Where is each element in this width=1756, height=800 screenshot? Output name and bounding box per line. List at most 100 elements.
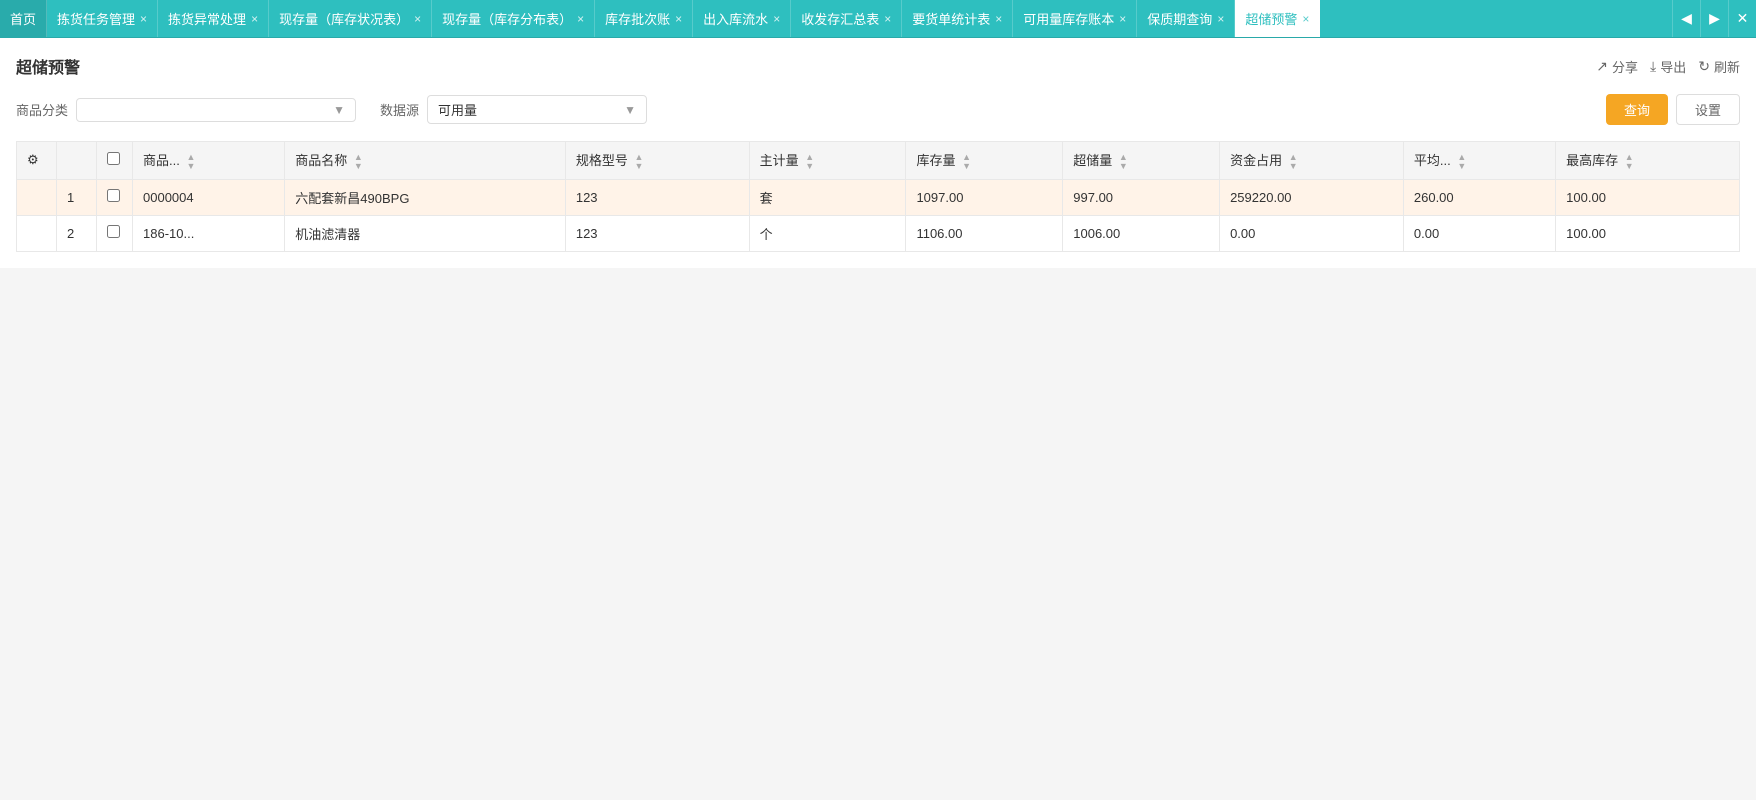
nav-item-label: 超储预警 xyxy=(1245,9,1297,28)
page-title: 超储预警 xyxy=(16,54,80,78)
share-icon: ↗ xyxy=(1596,58,1608,75)
export-icon: ⤓ xyxy=(1650,58,1656,75)
td-max-stock: 100.00 xyxy=(1556,179,1740,215)
nav-item-close[interactable]: × xyxy=(884,12,891,26)
nav-item-batch-account[interactable]: 库存批次账× xyxy=(595,0,693,37)
td-settings xyxy=(17,215,57,251)
td-stock: 1106.00 xyxy=(906,215,1063,251)
th-capital[interactable]: 资金占用 ▲▼ xyxy=(1220,142,1404,180)
td-spec: 123 xyxy=(565,179,749,215)
nav-item-available-account[interactable]: 可用量库存账本× xyxy=(1013,0,1137,37)
nav-item-close[interactable]: × xyxy=(577,12,584,26)
nav-item-overstock-warning[interactable]: 超储预警 × xyxy=(1235,0,1320,37)
datasource-select-text: 可用量 xyxy=(438,100,477,119)
settings-button[interactable]: 设置 xyxy=(1676,94,1740,125)
nav-item-close[interactable]: × xyxy=(1119,12,1126,26)
category-select[interactable]: ▼ xyxy=(76,98,356,122)
select-all-checkbox[interactable] xyxy=(107,152,120,165)
nav-item-label: 现存量（库存状况表） xyxy=(279,9,409,28)
td-settings xyxy=(17,179,57,215)
nav-item-label: 收发存汇总表 xyxy=(801,9,879,28)
nav-item-collect-summary[interactable]: 收发存汇总表 × xyxy=(791,0,902,37)
th-product-name[interactable]: 商品名称 ▲▼ xyxy=(285,142,566,180)
category-filter: 商品分类 ▼ xyxy=(16,98,356,122)
nav-item-close[interactable]: × xyxy=(251,12,258,26)
export-label: 导出 xyxy=(1660,57,1686,76)
sort-icon-unit: ▲▼ xyxy=(805,153,814,171)
sort-icon-max-stock: ▲▼ xyxy=(1625,153,1634,171)
nav-item-home[interactable]: 首页 xyxy=(0,0,47,37)
nav-item-quality-check[interactable]: 保质期查询× xyxy=(1137,0,1235,37)
data-table: ⚙ 商品... ▲▼ 商品名称 ▲▼ 规格型号 ▲▼ 主计量 ▲▼ xyxy=(16,141,1740,252)
nav-item-label: 现存量（库存分布表） xyxy=(442,9,572,28)
page-header: 超储预警 ↗ 分享 ⤓ 导出 ↻ 刷新 xyxy=(16,54,1740,78)
nav-item-label: 拣货异常处理 xyxy=(168,9,246,28)
td-capital: 259220.00 xyxy=(1220,179,1404,215)
th-avg[interactable]: 平均... ▲▼ xyxy=(1403,142,1555,180)
th-product-code[interactable]: 商品... ▲▼ xyxy=(133,142,285,180)
settings-gear-icon[interactable]: ⚙ xyxy=(27,152,39,168)
row-checkbox[interactable] xyxy=(107,189,120,202)
share-label: 分享 xyxy=(1612,57,1638,76)
sort-icon-stock: ▲▼ xyxy=(962,153,971,171)
nav-item-abnormal[interactable]: 拣货异常处理 × xyxy=(158,0,269,37)
nav-close-all[interactable]: ✕ xyxy=(1728,0,1756,38)
th-stock[interactable]: 库存量 ▲▼ xyxy=(906,142,1063,180)
datasource-select[interactable]: 可用量 ▼ xyxy=(427,95,647,124)
datasource-dropdown-icon: ▼ xyxy=(624,103,636,117)
td-avg: 0.00 xyxy=(1403,215,1555,251)
query-button[interactable]: 查询 xyxy=(1606,94,1668,125)
row-checkbox[interactable] xyxy=(107,225,120,238)
nav-item-inventory-status[interactable]: 现存量（库存状况表） × xyxy=(269,0,432,37)
nav-item-task-mgmt[interactable]: 拣货任务管理 × xyxy=(47,0,158,37)
nav-item-inventory-dist[interactable]: 现存量（库存分布表） × xyxy=(432,0,595,37)
nav-item-order-stats[interactable]: 要货单统计表× xyxy=(902,0,1013,37)
nav-item-close[interactable]: × xyxy=(675,12,682,26)
refresh-label: 刷新 xyxy=(1714,57,1740,76)
category-dropdown-icon: ▼ xyxy=(333,103,345,117)
nav-arrows: ◀ ▶ ✕ xyxy=(1672,0,1756,38)
filter-buttons: 查询 设置 xyxy=(1606,94,1740,125)
td-unit: 个 xyxy=(749,215,906,251)
export-action[interactable]: ⤓ 导出 xyxy=(1650,57,1686,76)
td-product-name: 机油滤清器 xyxy=(285,215,566,251)
td-checkbox[interactable] xyxy=(97,179,133,215)
td-unit: 套 xyxy=(749,179,906,215)
td-product-name: 六配套新昌490BPG xyxy=(285,179,566,215)
header-actions: ↗ 分享 ⤓ 导出 ↻ 刷新 xyxy=(1596,57,1740,76)
nav-item-close[interactable]: × xyxy=(995,12,1002,26)
td-overstock: 997.00 xyxy=(1063,179,1220,215)
td-stock: 1097.00 xyxy=(906,179,1063,215)
nav-left-arrow[interactable]: ◀ xyxy=(1672,0,1700,38)
th-spec[interactable]: 规格型号 ▲▼ xyxy=(565,142,749,180)
page-content: 超储预警 ↗ 分享 ⤓ 导出 ↻ 刷新 商品分类 ▼ 数据源 xyxy=(0,38,1756,268)
nav-item-close[interactable]: × xyxy=(1302,12,1309,26)
th-max-stock[interactable]: 最高库存 ▲▼ xyxy=(1556,142,1740,180)
td-max-stock: 100.00 xyxy=(1556,215,1740,251)
sort-icon-spec: ▲▼ xyxy=(634,153,643,171)
nav-item-close[interactable]: × xyxy=(773,12,780,26)
nav-item-in-out-flow[interactable]: 出入库流水× xyxy=(693,0,791,37)
datasource-filter: 数据源 可用量 ▼ xyxy=(380,95,647,124)
share-action[interactable]: ↗ 分享 xyxy=(1596,57,1638,76)
nav-item-close[interactable]: × xyxy=(414,12,421,26)
nav-item-close[interactable]: × xyxy=(1217,12,1224,26)
td-product-code: 0000004 xyxy=(133,179,285,215)
nav-right-arrow[interactable]: ▶ xyxy=(1700,0,1728,38)
nav-item-label: 拣货任务管理 xyxy=(57,9,135,28)
td-index: 2 xyxy=(57,215,97,251)
td-capital: 0.00 xyxy=(1220,215,1404,251)
nav-item-close[interactable]: × xyxy=(140,12,147,26)
th-settings: ⚙ xyxy=(17,142,57,180)
filter-row: 商品分类 ▼ 数据源 可用量 ▼ 查询 设置 xyxy=(16,94,1740,125)
td-overstock: 1006.00 xyxy=(1063,215,1220,251)
refresh-action[interactable]: ↻ 刷新 xyxy=(1698,57,1740,76)
td-avg: 260.00 xyxy=(1403,179,1555,215)
category-label: 商品分类 xyxy=(16,100,68,119)
table-row: 2186-10...机油滤清器123个1106.001006.000.000.0… xyxy=(17,215,1740,251)
td-checkbox[interactable] xyxy=(97,215,133,251)
th-overstock[interactable]: 超储量 ▲▼ xyxy=(1063,142,1220,180)
top-navigation: 首页拣货任务管理×拣货异常处理×现存量（库存状况表）×现存量（库存分布表）×库存… xyxy=(0,0,1756,38)
sort-icon-overstock: ▲▼ xyxy=(1119,153,1128,171)
th-unit[interactable]: 主计量 ▲▼ xyxy=(749,142,906,180)
